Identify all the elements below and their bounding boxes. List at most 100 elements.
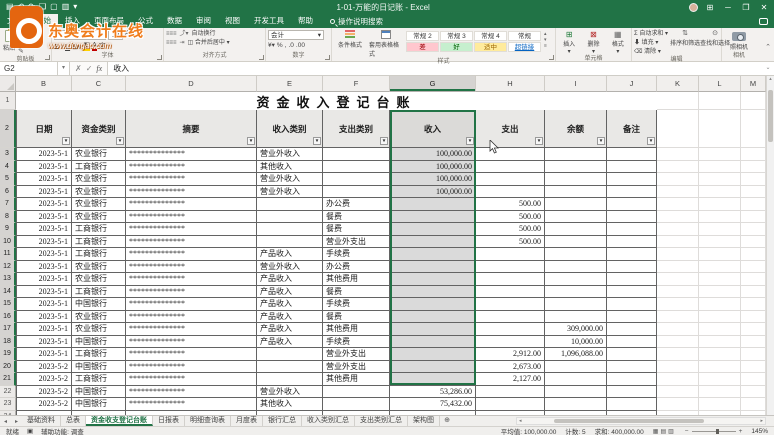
cell-I5[interactable] [545, 173, 607, 186]
cell-B11[interactable]: 2023-5-1 [16, 248, 72, 261]
autosum-button[interactable]: Σ 自动求和 ▾ [634, 30, 668, 38]
cell-B17[interactable]: 2023-5-1 [16, 323, 72, 336]
cell-E11[interactable]: 产品收入 [257, 248, 323, 261]
expand-formula-bar-icon[interactable]: ⌄ [762, 62, 774, 75]
cell-D11[interactable]: ************** [126, 248, 257, 261]
merge-center-button[interactable]: ◫ 合并后居中 ▾ [188, 39, 230, 47]
grow-font-icon[interactable]: A▴ [125, 30, 133, 40]
sheet-tab-2[interactable]: 资金收支登记台账 [86, 416, 153, 426]
header-cell-1[interactable]: 资金类别 ▾ [72, 110, 126, 148]
fill-button[interactable]: ⬇ 填充 ▾ [634, 39, 668, 47]
insert-function-icon[interactable]: fx [96, 64, 102, 73]
cell-C23[interactable]: 中国银行 [72, 398, 126, 411]
empty-cell[interactable] [657, 160, 699, 173]
cell-E16[interactable]: 产品收入 [257, 310, 323, 323]
cell-F22[interactable] [323, 385, 390, 398]
cell-J15[interactable] [607, 298, 657, 311]
cell-D21[interactable]: ************** [126, 373, 257, 386]
row-header-3[interactable]: 3 [0, 148, 16, 161]
empty-cell[interactable] [741, 385, 766, 398]
filter-dropdown-icon[interactable]: ▾ [597, 137, 605, 145]
cell-style-0[interactable]: 常规 2 [406, 31, 439, 41]
cell-D9[interactable]: ************** [126, 223, 257, 236]
empty-cell[interactable] [657, 323, 699, 336]
column-header-M[interactable]: M [741, 76, 766, 92]
row-header-21[interactable]: 21 [0, 373, 16, 386]
restore-button[interactable]: ❐ [740, 3, 752, 12]
empty-cell[interactable] [741, 273, 766, 286]
indent-icon[interactable]: ⇥ [180, 40, 185, 47]
menu-tab-data[interactable]: 数据 [160, 14, 189, 28]
cell-E19[interactable] [257, 348, 323, 361]
close-button[interactable]: ✕ [758, 3, 770, 12]
row-header-23[interactable]: 23 [0, 398, 16, 411]
zoom-slider[interactable]: − + [685, 428, 743, 435]
row-header-13[interactable]: 13 [0, 273, 16, 286]
name-box-arrow-icon[interactable]: ▾ [58, 62, 70, 75]
cell-G8[interactable] [390, 210, 476, 223]
cell-B9[interactable]: 2023-5-1 [16, 223, 72, 236]
cell-C20[interactable]: 中国银行 [72, 360, 126, 373]
cell-F4[interactable] [323, 160, 390, 173]
sheet-tab-6[interactable]: 银行汇总 [263, 416, 302, 426]
cell-H19[interactable]: 2,912.00 [476, 348, 545, 361]
minimize-button[interactable]: ─ [722, 3, 734, 12]
cell-C15[interactable]: 中国银行 [72, 298, 126, 311]
cell-I23[interactable] [545, 398, 607, 411]
font-size-combo[interactable]: 12 [108, 30, 123, 40]
cell-C12[interactable]: 农业银行 [72, 260, 126, 273]
empty-cell[interactable] [741, 223, 766, 236]
cell-D19[interactable]: ************** [126, 348, 257, 361]
empty-cell[interactable] [657, 210, 699, 223]
cell-H17[interactable] [476, 323, 545, 336]
cell-E22[interactable]: 营业外收入 [257, 385, 323, 398]
cell-H23[interactable] [476, 398, 545, 411]
cell-F3[interactable] [323, 148, 390, 161]
cell-C9[interactable]: 工商银行 [72, 223, 126, 236]
row-header-20[interactable]: 20 [0, 360, 16, 373]
cell-J17[interactable] [607, 323, 657, 336]
sheet-tab-5[interactable]: 月度表 [231, 416, 263, 426]
empty-cell[interactable] [741, 148, 766, 161]
print-icon[interactable]: ▥ [62, 0, 70, 14]
cell-F5[interactable] [323, 173, 390, 186]
cell-H14[interactable] [476, 285, 545, 298]
empty-cell[interactable] [741, 373, 766, 386]
empty-cell[interactable] [657, 298, 699, 311]
number-format-combo[interactable]: 会计 ▾ [268, 30, 324, 40]
column-header-D[interactable]: D [126, 76, 257, 92]
cell-G3[interactable]: 100,000.00 [390, 148, 476, 161]
filter-dropdown-icon[interactable]: ▾ [380, 137, 388, 145]
row-header-9[interactable]: 9 [0, 223, 16, 236]
cell-J11[interactable] [607, 248, 657, 261]
filter-dropdown-icon[interactable]: ▾ [466, 137, 474, 145]
sheet-nav-right-icon[interactable]: ▸ [15, 418, 18, 425]
cell-style-1[interactable]: 常规 3 [440, 31, 473, 41]
cell-style-3[interactable]: 常规 [508, 31, 541, 41]
cell-B20[interactable]: 2023-5-2 [16, 360, 72, 373]
empty-cell[interactable] [657, 273, 699, 286]
cell-B16[interactable]: 2023-5-1 [16, 310, 72, 323]
empty-cell[interactable] [657, 398, 699, 411]
number-dialog-launcher[interactable] [325, 55, 330, 60]
align-left-icon[interactable]: ≡≡≡ [166, 40, 177, 47]
enter-icon[interactable]: ✓ [86, 64, 93, 73]
tell-me-search[interactable]: 操作说明搜索 [330, 16, 383, 27]
cell-H6[interactable] [476, 185, 545, 198]
empty-cell[interactable] [699, 210, 741, 223]
vertical-scrollbar[interactable]: ▴ [766, 76, 774, 415]
cell-F15[interactable]: 手续费 [323, 298, 390, 311]
cell-I21[interactable] [545, 373, 607, 386]
empty-cell[interactable] [699, 310, 741, 323]
clipboard-dialog-launcher[interactable] [45, 55, 50, 60]
increase-decimal-icon[interactable]: .0 [288, 42, 293, 49]
header-cell-4[interactable]: 支出类别 ▾ [323, 110, 390, 148]
cell-E17[interactable]: 产品收入 [257, 323, 323, 336]
sheet-nav-left-icon[interactable]: ◂ [4, 418, 7, 425]
menu-tab-help[interactable]: 帮助 [291, 14, 320, 28]
cell-I15[interactable] [545, 298, 607, 311]
row-header-12[interactable]: 12 [0, 260, 16, 273]
cell-E4[interactable]: 其他收入 [257, 160, 323, 173]
cell-I13[interactable] [545, 273, 607, 286]
cell-J18[interactable] [607, 335, 657, 348]
